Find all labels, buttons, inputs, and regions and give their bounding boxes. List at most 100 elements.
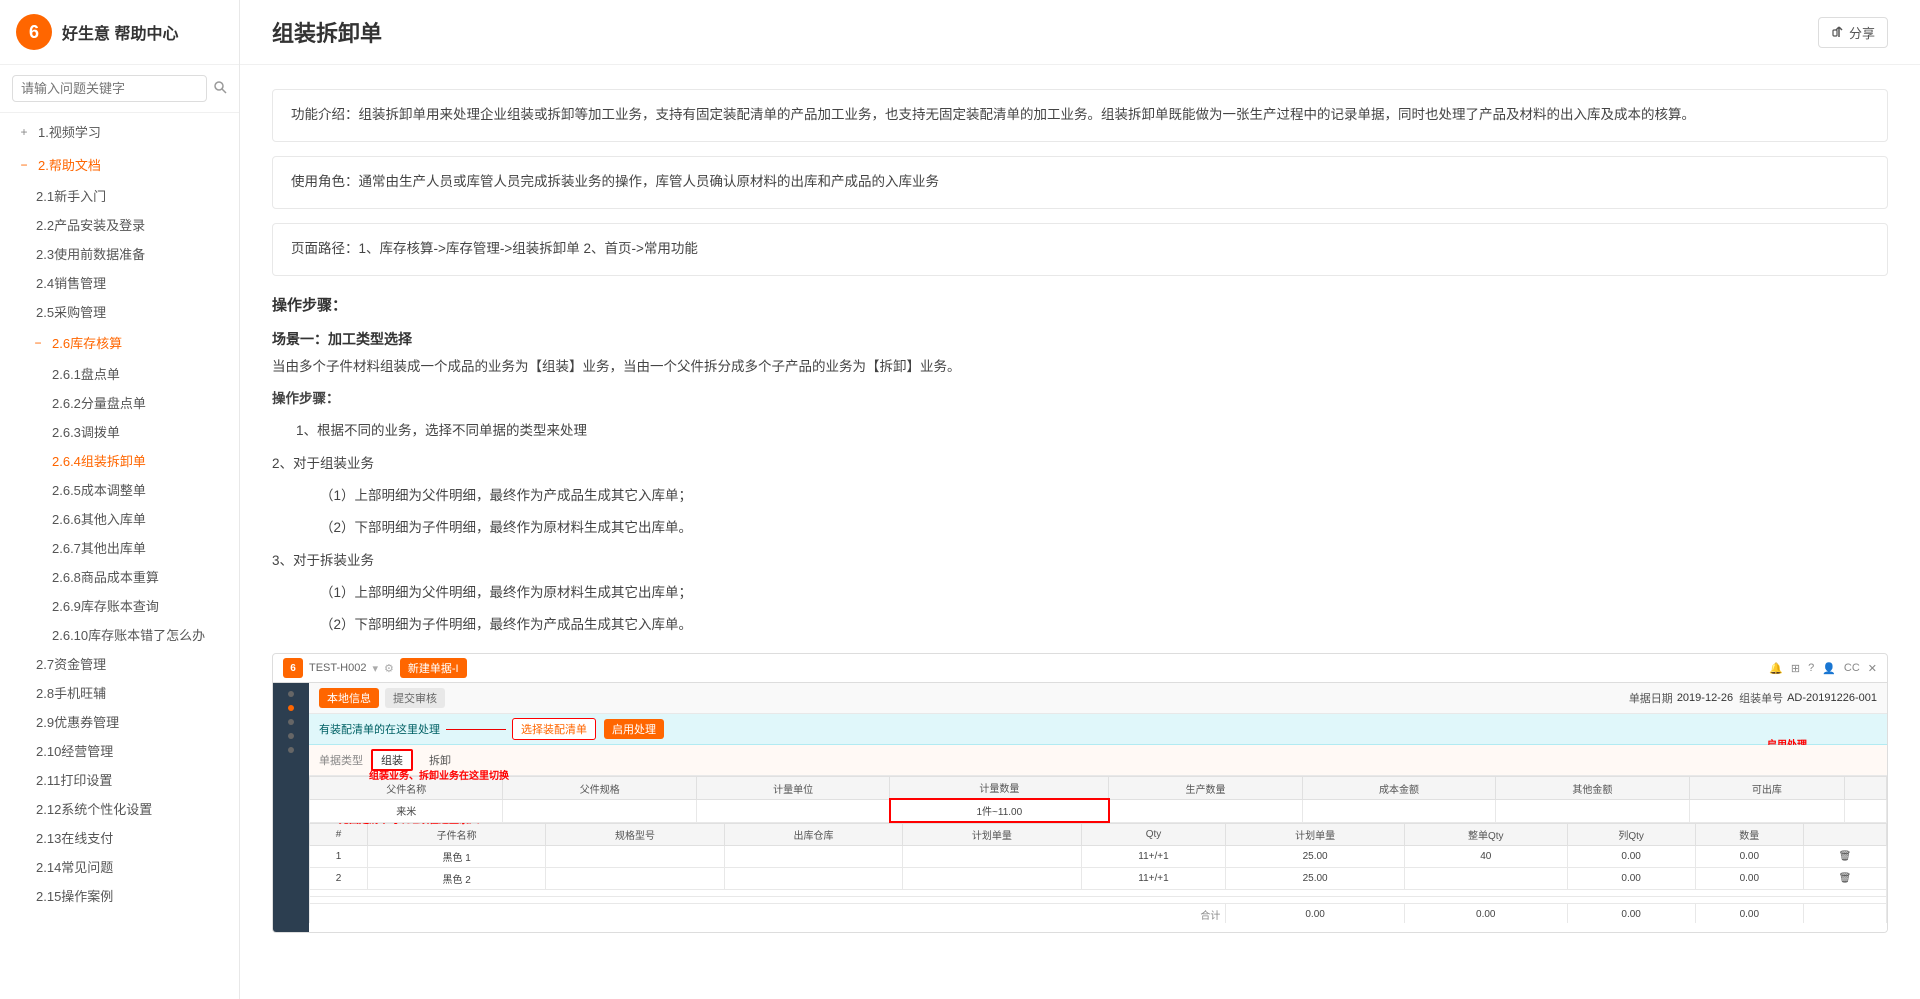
sidebar-item-other-out[interactable]: 2.6.7其他出库单: [0, 533, 239, 562]
footer-2: 0.00: [1404, 904, 1567, 924]
main-content: 组装拆卸单 分享 功能介绍：组装拆卸单用来处理企业组装或拆卸等加工业务，支持有固…: [240, 0, 1920, 999]
th-other: 其他金额: [1496, 777, 1689, 800]
sidebar-item-cases[interactable]: 2.15操作案例: [0, 881, 239, 910]
tab-submit[interactable]: 提交审核: [385, 688, 445, 708]
sidebar-item-transfer[interactable]: 2.6.3调拨单: [0, 417, 239, 446]
sidebar-item-sales[interactable]: 2.4销售管理: [0, 268, 239, 297]
child-op-1: 🗑: [1804, 846, 1887, 868]
sidebar-item-data[interactable]: 2.3使用前数据准备: [0, 239, 239, 268]
child-name-1: 黑色 1: [367, 846, 545, 868]
parent-cost-1: [1302, 799, 1495, 822]
child-row-3-empty: [310, 890, 1887, 897]
app-apps-icon: ⊞: [1791, 662, 1800, 675]
child-row-4-empty: [310, 897, 1887, 904]
steps-label: 操作步骤：: [272, 387, 1888, 411]
parent-table-header: 父件名称 父件规格 计量单位 计量数量 生产数量 成本金额 其他金额 可出库: [310, 777, 1887, 800]
new-order-btn[interactable]: 新建单据-I: [400, 658, 467, 678]
th-avail: 可出库: [1689, 777, 1845, 800]
th-actions: [1845, 777, 1887, 800]
child-spec-1: [546, 846, 724, 868]
app-bell-icon: 🔔: [1769, 662, 1783, 675]
sidebar-item-video[interactable]: + 1.视频学习: [0, 115, 239, 148]
content-area: 功能介绍：组装拆卸单用来处理企业组装或拆卸等加工业务，支持有固定装配清单的产品加…: [240, 65, 1920, 957]
step2b: （2）下部明细为子件明细，最终作为原材料生成其它出库单。: [272, 516, 1888, 540]
minus-icon-inv: −: [30, 335, 46, 351]
app-bar-left: 6 TEST-H002 ▾ ⚙ 新建单据-I: [283, 658, 1761, 678]
share-button[interactable]: 分享: [1818, 17, 1888, 48]
th-b: 整单Qty: [1404, 824, 1567, 846]
sidebar-item-personalize[interactable]: 2.12系统个性化设置: [0, 794, 239, 823]
sidebar-item-cost-recalc[interactable]: 2.6.8商品成本重算: [0, 562, 239, 591]
mini-dot-2: [288, 705, 294, 711]
user-role-text: 使用角色：通常由生产人员或库管人员完成拆装业务的操作，库管人员确认原材料的出库和…: [291, 174, 939, 189]
parent-other-1: [1496, 799, 1689, 822]
sidebar-item-cost-adjust[interactable]: 2.6.5成本调整单: [0, 475, 239, 504]
th-child-name: 子件名称: [367, 824, 545, 846]
footer-1: 0.00: [1226, 904, 1404, 924]
search-button[interactable]: [213, 80, 227, 97]
child-plan-1: [903, 846, 1081, 868]
child-seq-1: 1: [310, 846, 368, 868]
screenshot-container: 6 TEST-H002 ▾ ⚙ 新建单据-I 🔔 ⊞ ? 👤 CC ✕: [272, 653, 1888, 933]
steps-title: 操作步骤：: [272, 294, 1888, 315]
child-qty-1: 11+/+1: [1081, 846, 1226, 868]
sidebar: 6 好生意 帮助中心 + 1.视频学习 − 2.帮助文档 2.1新手入门 2.2…: [0, 0, 240, 999]
step1: 1、根据不同的业务，选择不同单据的类型来处理: [272, 419, 1888, 443]
logo-area: 6 好生意 帮助中心: [0, 0, 239, 65]
app-bar-icons: 🔔 ⊞ ? 👤 CC ✕: [1769, 662, 1877, 675]
func-desc-block: 功能介绍：组装拆卸单用来处理企业组装或拆卸等加工业务，支持有固定装配清单的产品加…: [272, 89, 1888, 142]
sidebar-item-docs[interactable]: − 2.帮助文档: [0, 148, 239, 181]
sidebar-item-stocktake[interactable]: 2.6.1盘点单: [0, 359, 239, 388]
tab-local-info[interactable]: 本地信息: [319, 688, 379, 708]
logo-icon: 6: [16, 14, 52, 50]
footer-5: [1804, 904, 1887, 924]
minus-icon: −: [16, 157, 32, 173]
sidebar-item-ledger-fix[interactable]: 2.6.10库存账本错了怎么办: [0, 620, 239, 649]
page-header: 组装拆卸单 分享: [240, 0, 1920, 65]
child-wh-1: [724, 846, 902, 868]
sidebar-item-inventory[interactable]: − 2.6库存核算: [0, 326, 239, 359]
sidebar-item-finance[interactable]: 2.7资金管理: [0, 649, 239, 678]
th-a: 计划单量: [1226, 824, 1404, 846]
child-spec-2: [546, 868, 724, 890]
sidebar-item-part-stocktake[interactable]: 2.6.2分量盘点单: [0, 388, 239, 417]
parent-table: 父件名称 父件规格 计量单位 计量数量 生产数量 成本金额 其他金额 可出库: [309, 776, 1887, 823]
child-table: # 子件名称 规格型号 出库仓库 计划单量 Qty 计划单量 整单Qty 列Qt: [309, 823, 1887, 923]
parent-qty-1: 1件~11.00: [890, 799, 1109, 822]
sidebar-item-coupon[interactable]: 2.9优惠券管理: [0, 707, 239, 736]
child-a-1: 25.00: [1226, 846, 1404, 868]
sidebar-item-newbie[interactable]: 2.1新手入门: [0, 181, 239, 210]
arrow-line: [446, 729, 506, 730]
app-logo: 6: [283, 658, 303, 678]
process-btn[interactable]: 启用处理: [604, 719, 664, 739]
search-input[interactable]: [12, 75, 207, 102]
sidebar-item-faq[interactable]: 2.14常见问题: [0, 852, 239, 881]
sidebar-item-assembly[interactable]: 2.6.4组装拆卸单: [0, 446, 239, 475]
child-seq-2: 2: [310, 868, 368, 890]
child-name-2: 黑色 2: [367, 868, 545, 890]
child-row-1: 1 黑色 1 11+/+1 25.00 40 0.00: [310, 846, 1887, 868]
sidebar-item-install[interactable]: 2.2产品安装及登录: [0, 210, 239, 239]
sidebar-item-ledger[interactable]: 2.6.9库存账本查询: [0, 591, 239, 620]
app-user-icon: 👤: [1822, 662, 1836, 675]
sidebar-item-other-in[interactable]: 2.6.6其他入库单: [0, 504, 239, 533]
sidebar-item-print[interactable]: 2.11打印设置: [0, 765, 239, 794]
sidebar-item-mobile[interactable]: 2.8手机旺辅: [0, 678, 239, 707]
sidebar-item-online-pay[interactable]: 2.13在线支付: [0, 823, 239, 852]
app-content: 本地信息 提交审核 单据日期 2019-12-26 组装单号 AD-201912…: [273, 683, 1887, 933]
screenshot-inner: 6 TEST-H002 ▾ ⚙ 新建单据-I 🔔 ⊞ ? 👤 CC ✕: [273, 654, 1887, 932]
parent-prod-1: [1109, 799, 1302, 822]
mini-dot-4: [288, 733, 294, 739]
th-seq: #: [310, 824, 368, 846]
select-config-btn[interactable]: 选择装配清单: [512, 718, 596, 740]
th-parent-spec: 父件规格: [503, 777, 696, 800]
parent-table-body: 来米 1件~11.00: [310, 799, 1887, 822]
th-cost: 成本金额: [1302, 777, 1495, 800]
th-child-spec: 规格型号: [546, 824, 724, 846]
sidebar-item-management[interactable]: 2.10经营管理: [0, 736, 239, 765]
sidebar-item-purchase[interactable]: 2.5采购管理: [0, 297, 239, 326]
child-table-wrapper: 无固定清单可以继续在这里录入 # 子件名称 规格型号 出库仓库 计划单量: [309, 823, 1887, 923]
th-unit-qty: 计量数量: [890, 777, 1109, 800]
th-prod-qty: 生产数量: [1109, 777, 1302, 800]
child-table-body: 1 黑色 1 11+/+1 25.00 40 0.00: [310, 846, 1887, 904]
